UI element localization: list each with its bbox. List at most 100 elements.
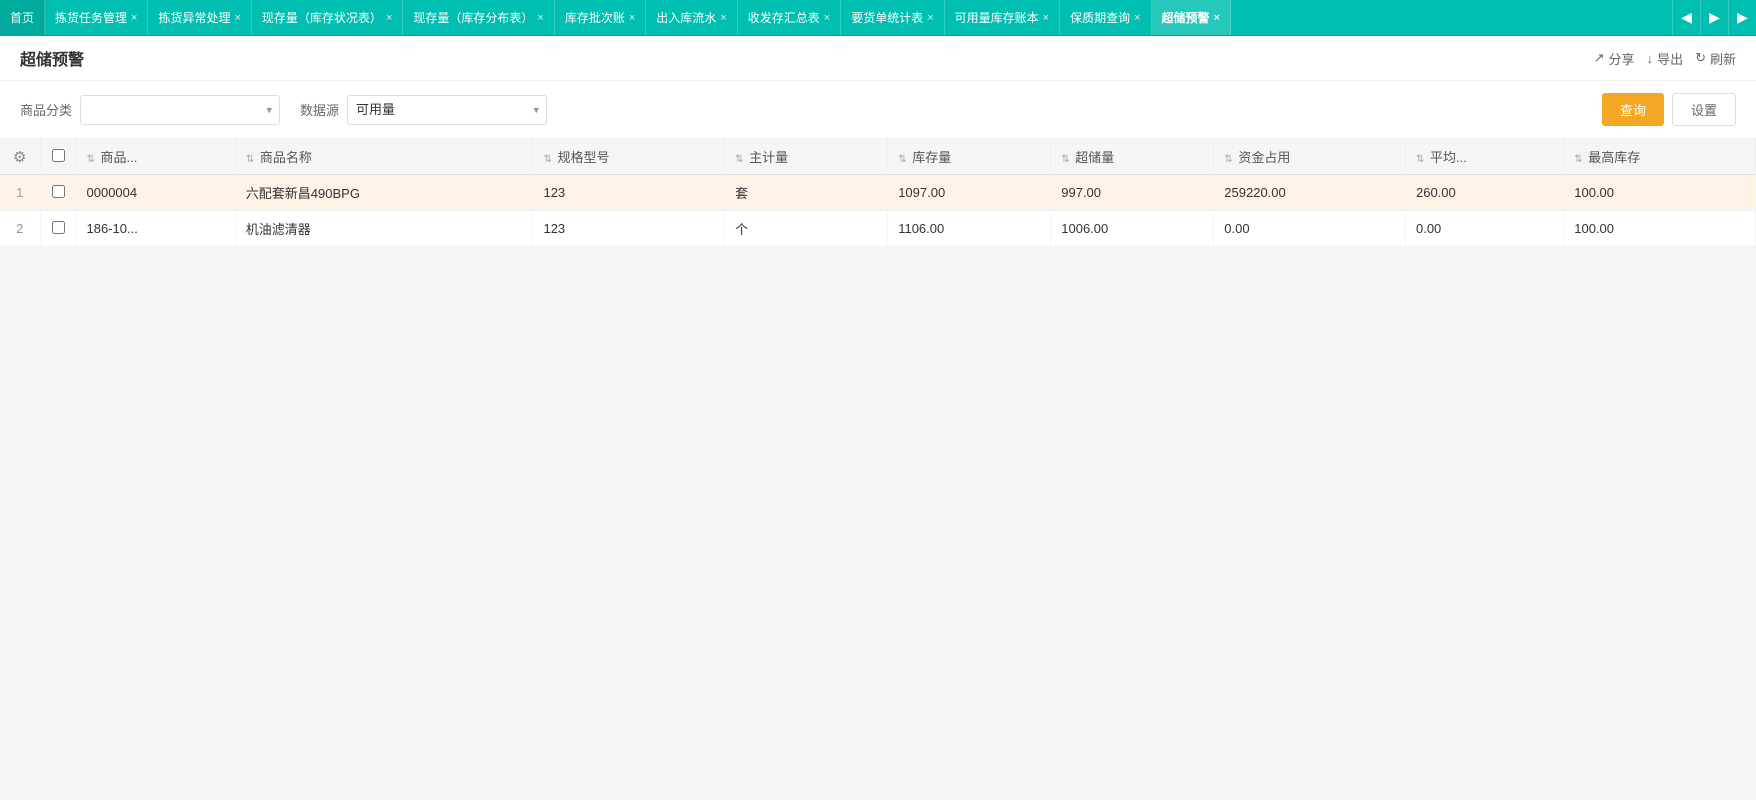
row-number: 1 — [0, 175, 40, 211]
table-row: 1 0000004 六配套新昌490BPG 123 套 1097.00 997.… — [0, 175, 1756, 211]
header-stock-qty-label: 库存量 — [912, 150, 951, 165]
nav-item-quality-check[interactable]: 保质期查询 × — [1060, 0, 1151, 35]
table-container: ⚙ ⇅ 商品... ⇅ 商品名称 ⇅ 规格型号 ⇅ — [0, 139, 1756, 247]
settings-button[interactable]: 设置 — [1672, 93, 1736, 126]
nav-item-inout-flow[interactable]: 出入库流水 × — [646, 0, 737, 35]
nav-item-stock-dist[interactable]: 现存量（库存分布表） × — [403, 0, 554, 35]
nav-arrows: ◀ ▶ ▶ — [1672, 0, 1756, 36]
header-product-name-label: 商品名称 — [260, 150, 312, 165]
category-select[interactable] — [80, 95, 280, 125]
header-stock-qty[interactable]: ⇅ 库存量 — [888, 139, 1051, 175]
nav-item-close[interactable]: × — [1134, 12, 1140, 24]
refresh-button[interactable]: ↻ 刷新 — [1695, 49, 1736, 68]
row-product-code: 186-10... — [76, 211, 235, 247]
page-title: 超储预警 — [20, 46, 84, 70]
nav-item-close[interactable]: × — [824, 12, 830, 24]
sort-icon: ⇅ — [1416, 154, 1424, 165]
nav-item-task-mgmt[interactable]: 拣货任务管理 × — [45, 0, 148, 35]
row-checkbox[interactable] — [52, 221, 65, 234]
header-capital-occ[interactable]: ⇅ 资金占用 — [1214, 139, 1406, 175]
nav-item-overstock-warning[interactable]: 超储预警 × — [1152, 0, 1231, 35]
nav-prev-button[interactable]: ◀ — [1672, 0, 1700, 36]
sort-icon: ⇅ — [735, 154, 743, 165]
refresh-label: 刷新 — [1710, 49, 1736, 68]
header-over-qty-label: 超储量 — [1075, 150, 1114, 165]
header-avg[interactable]: ⇅ 平均... — [1405, 139, 1563, 175]
nav-item-home[interactable]: 首页 — [0, 0, 45, 35]
header-spec[interactable]: ⇅ 规格型号 — [533, 139, 725, 175]
nav-next-button[interactable]: ▶ — [1700, 0, 1728, 36]
header-settings-col[interactable]: ⚙ — [0, 139, 40, 175]
nav-item-close[interactable]: × — [131, 12, 137, 24]
nav-item-label: 拣货任务管理 — [55, 9, 127, 26]
table-header-row: ⚙ ⇅ 商品... ⇅ 商品名称 ⇅ 规格型号 ⇅ — [0, 139, 1756, 175]
nav-item-stock-status[interactable]: 现存量（库存状况表） × — [252, 0, 403, 35]
export-label: 导出 — [1657, 49, 1683, 68]
gear-icon[interactable]: ⚙ — [13, 149, 26, 166]
nav-item-close[interactable]: × — [537, 12, 543, 24]
top-navigation: 首页拣货任务管理 ×拣货异常处理 ×现存量（库存状况表） ×现存量（库存分布表）… — [0, 0, 1756, 36]
nav-item-available-stock-ledger[interactable]: 可用量库存账本 × — [945, 0, 1060, 35]
row-over-qty: 997.00 — [1051, 175, 1214, 211]
row-over-qty: 1006.00 — [1051, 211, 1214, 247]
nav-item-label: 收发存汇总表 — [748, 9, 820, 26]
datasource-filter-label: 数据源 — [300, 100, 339, 119]
row-unit: 个 — [725, 211, 888, 247]
header-max-stock-label: 最高库存 — [1588, 150, 1640, 165]
page-header: 超储预警 ↗ 分享 ↓ 导出 ↻ 刷新 — [0, 36, 1756, 81]
row-avg: 260.00 — [1405, 175, 1563, 211]
filter-actions: 查询 设置 — [1602, 93, 1736, 126]
header-max-stock[interactable]: ⇅ 最高库存 — [1564, 139, 1756, 175]
datasource-select[interactable]: 可用量 — [347, 95, 547, 125]
row-product-name: 六配套新昌490BPG — [235, 175, 533, 211]
nav-item-close[interactable]: × — [386, 12, 392, 24]
nav-item-close[interactable]: × — [234, 12, 240, 24]
table-row: 2 186-10... 机油滤清器 123 个 1106.00 1006.00 … — [0, 211, 1756, 247]
nav-item-abnormal-proc[interactable]: 拣货异常处理 × — [148, 0, 251, 35]
sort-icon: ⇅ — [87, 154, 95, 165]
datasource-filter-group: 数据源 可用量 ▾ — [300, 95, 547, 125]
nav-item-label: 现存量（库存状况表） — [262, 9, 382, 26]
category-filter-group: 商品分类 ▾ — [20, 95, 280, 125]
nav-item-requisition-stats[interactable]: 要货单统计表 × — [841, 0, 944, 35]
nav-item-label: 现存量（库存分布表） — [413, 9, 533, 26]
query-button[interactable]: 查询 — [1602, 93, 1664, 126]
row-checkbox[interactable] — [52, 185, 65, 198]
header-over-qty[interactable]: ⇅ 超储量 — [1051, 139, 1214, 175]
nav-item-close[interactable]: × — [1043, 12, 1049, 24]
sort-icon: ⇅ — [246, 154, 254, 165]
sort-icon: ⇅ — [898, 154, 906, 165]
row-product-name: 机油滤清器 — [235, 211, 533, 247]
header-product-name[interactable]: ⇅ 商品名称 — [235, 139, 533, 175]
header-unit[interactable]: ⇅ 主计量 — [725, 139, 888, 175]
sort-icon: ⇅ — [543, 154, 551, 165]
row-checkbox-cell — [40, 211, 76, 247]
nav-item-close[interactable]: × — [927, 12, 933, 24]
select-all-checkbox[interactable] — [52, 149, 65, 162]
export-button[interactable]: ↓ 导出 — [1647, 49, 1684, 68]
share-icon: ↗ — [1594, 50, 1605, 66]
row-unit: 套 — [725, 175, 888, 211]
nav-item-label: 要货单统计表 — [851, 9, 923, 26]
nav-more-button[interactable]: ▶ — [1728, 0, 1756, 36]
share-button[interactable]: ↗ 分享 — [1594, 49, 1635, 68]
sort-icon: ⇅ — [1574, 154, 1582, 165]
header-product-code[interactable]: ⇅ 商品... — [76, 139, 235, 175]
nav-item-recv-send-summary[interactable]: 收发存汇总表 × — [738, 0, 841, 35]
share-label: 分享 — [1609, 49, 1635, 68]
row-stock-qty: 1106.00 — [888, 211, 1051, 247]
nav-item-close[interactable]: × — [629, 12, 635, 24]
row-spec: 123 — [533, 211, 725, 247]
export-icon: ↓ — [1647, 51, 1654, 66]
row-capital-occ: 259220.00 — [1214, 175, 1406, 211]
nav-item-close[interactable]: × — [720, 12, 726, 24]
row-max-stock: 100.00 — [1564, 175, 1756, 211]
nav-item-stock-batch[interactable]: 库存批次账 × — [555, 0, 646, 35]
header-product-code-label: 商品... — [101, 150, 138, 165]
row-number: 2 — [0, 211, 40, 247]
nav-item-label: 首页 — [10, 9, 34, 26]
nav-item-label: 可用量库存账本 — [955, 9, 1039, 26]
category-filter-label: 商品分类 — [20, 100, 72, 119]
nav-item-label: 库存批次账 — [565, 9, 625, 26]
nav-item-close[interactable]: × — [1214, 12, 1220, 24]
